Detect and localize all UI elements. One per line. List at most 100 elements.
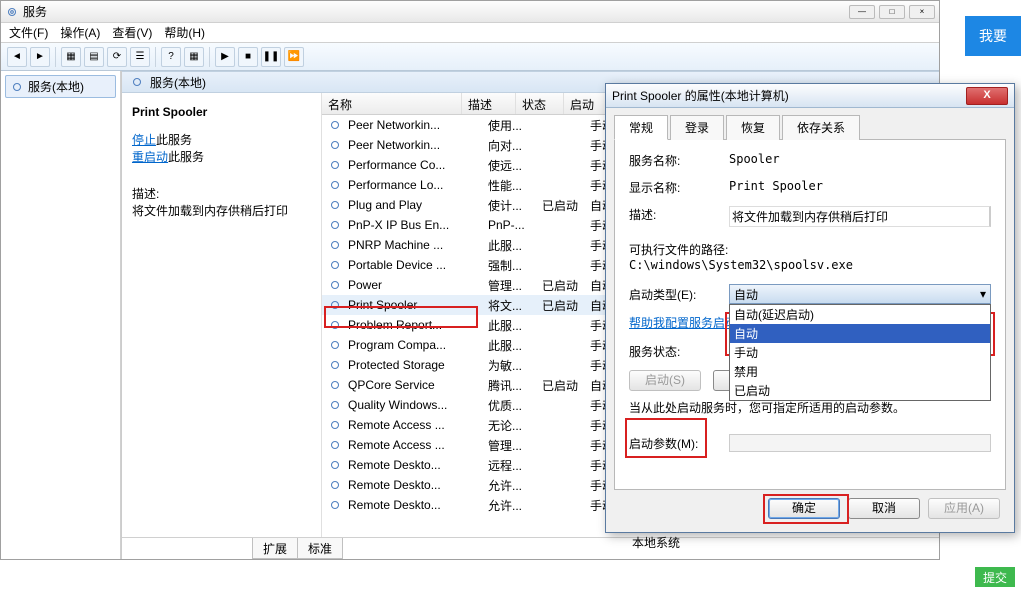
dialog-title: Print Spooler 的属性(本地计算机) <box>612 87 966 104</box>
cell-status: 已启动 <box>536 297 584 314</box>
cell-desc: 腾讯... <box>482 377 536 394</box>
cell-desc: 此服... <box>482 317 536 334</box>
close-button[interactable]: × <box>909 5 935 19</box>
restart-service-button[interactable]: ⏩ <box>284 47 304 67</box>
content-title: 服务(本地) <box>150 74 206 91</box>
cell-desc: 管理... <box>482 277 536 294</box>
desc-value[interactable]: 将文件加载到内存供稍后打印 <box>729 206 991 227</box>
dialog-close-button[interactable]: X <box>966 87 1008 105</box>
restart-link[interactable]: 重启动 <box>132 148 168 165</box>
tab-logon[interactable]: 登录 <box>670 115 724 140</box>
exe-label: 可执行文件的路径: <box>629 241 991 258</box>
properties-dialog: Print Spooler 的属性(本地计算机) X 常规 登录 恢复 依存关系… <box>605 83 1015 533</box>
cell-name: Remote Deskto... <box>342 498 482 512</box>
dd-auto[interactable]: 自动 <box>730 324 990 343</box>
maximize-button[interactable]: □ <box>879 5 905 19</box>
gear-icon <box>328 358 342 372</box>
startup-value: 自动 <box>734 286 758 303</box>
desc-label: 描述: <box>629 206 729 223</box>
nav-pane: 服务(本地) <box>1 71 121 559</box>
cell-desc: 将文... <box>482 297 536 314</box>
cell-name: Peer Networkin... <box>342 118 482 132</box>
nav-services-local[interactable]: 服务(本地) <box>5 75 116 98</box>
dd-disabled[interactable]: 禁用 <box>730 362 990 381</box>
pause-service-button[interactable]: ❚❚ <box>261 47 281 67</box>
nav-label: 服务(本地) <box>28 78 84 95</box>
cell-name: Quality Windows... <box>342 398 482 412</box>
gear-icon <box>328 498 342 512</box>
cell-desc: 强制... <box>482 257 536 274</box>
cell-name: QPCore Service <box>342 378 482 392</box>
tab-general[interactable]: 常规 <box>614 115 668 140</box>
cell-desc: 性能... <box>482 177 536 194</box>
right-panel[interactable]: 我要 <box>965 16 1021 56</box>
submit-button[interactable]: 提交 <box>975 567 1015 587</box>
export-button[interactable]: ☰ <box>130 47 150 67</box>
menu-file[interactable]: 文件(F) <box>9 24 48 41</box>
back-button[interactable]: ◄ <box>7 47 27 67</box>
gear-icon <box>328 418 342 432</box>
minimize-button[interactable]: — <box>849 5 875 19</box>
details-pane: Print Spooler 停止此服务 重启动此服务 描述: 将文件加载到内存供… <box>122 93 322 537</box>
gear-icon <box>328 118 342 132</box>
help-button[interactable]: ? <box>161 47 181 67</box>
local-system-label: 本地系统 <box>632 534 680 551</box>
cell-name: Problem Report... <box>342 318 482 332</box>
tab-dependencies[interactable]: 依存关系 <box>782 115 860 140</box>
param-label: 启动参数(M): <box>629 435 729 452</box>
svc-name-label: 服务名称: <box>629 152 729 169</box>
cell-name: Protected Storage <box>342 358 482 372</box>
cell-name: Performance Lo... <box>342 178 482 192</box>
general-page: 服务名称: Spooler 显示名称: Print Spooler 描述: 将文… <box>614 140 1006 490</box>
cell-desc: 远程... <box>482 457 536 474</box>
cell-status: 已启动 <box>536 377 584 394</box>
start-button: 启动(S) <box>629 370 701 391</box>
col-status[interactable]: 状态 <box>516 93 564 114</box>
menu-view[interactable]: 查看(V) <box>112 24 152 41</box>
gear-icon <box>328 278 342 292</box>
cell-desc: 允许... <box>482 497 536 514</box>
cell-desc: 允许... <box>482 477 536 494</box>
desc-text: 将文件加载到内存供稍后打印 <box>132 202 311 219</box>
ok-button[interactable]: 确定 <box>768 498 840 519</box>
properties-button[interactable]: ▤ <box>84 47 104 67</box>
tab-standard[interactable]: 标准 <box>297 538 343 559</box>
cell-status: 已启动 <box>536 197 584 214</box>
gear-icon <box>328 398 342 412</box>
cell-name: PNRP Machine ... <box>342 238 482 252</box>
chevron-down-icon: ▾ <box>980 287 986 301</box>
refresh-button[interactable]: ⟳ <box>107 47 127 67</box>
startup-type-select[interactable]: 自动 ▾ <box>729 284 991 304</box>
exe-value: C:\windows\System32\spoolsv.exe <box>629 258 991 272</box>
start-service-button[interactable]: ▶ <box>215 47 235 67</box>
desc-label: 描述: <box>132 185 311 202</box>
cancel-button[interactable]: 取消 <box>848 498 920 519</box>
stop-link[interactable]: 停止 <box>132 131 156 148</box>
status-label: 服务状态: <box>629 343 729 360</box>
cell-desc: 使计... <box>482 197 536 214</box>
cell-desc: 使远... <box>482 157 536 174</box>
fwd-button[interactable]: ► <box>30 47 50 67</box>
gear-icon <box>328 198 342 212</box>
tab-recovery[interactable]: 恢复 <box>726 115 780 140</box>
gear-icon <box>328 218 342 232</box>
col-name[interactable]: 名称 <box>322 93 462 114</box>
toggle-tree-button[interactable]: ▦ <box>61 47 81 67</box>
cell-name: Program Compa... <box>342 338 482 352</box>
tab-extended[interactable]: 扩展 <box>252 538 298 559</box>
gear-icon <box>328 238 342 252</box>
col-startup[interactable]: 启动 <box>564 93 608 114</box>
stop-service-button[interactable]: ■ <box>238 47 258 67</box>
dialog-titlebar: Print Spooler 的属性(本地计算机) X <box>606 84 1014 108</box>
disp-name-label: 显示名称: <box>629 179 729 196</box>
dd-extra[interactable]: 已启动 <box>730 381 990 400</box>
cell-name: Peer Networkin... <box>342 138 482 152</box>
menu-help[interactable]: 帮助(H) <box>164 24 205 41</box>
dd-auto-delay[interactable]: 自动(延迟启动) <box>730 305 990 324</box>
disp-name-value: Print Spooler <box>729 179 991 193</box>
list-button[interactable]: ▦ <box>184 47 204 67</box>
menu-action[interactable]: 操作(A) <box>60 24 100 41</box>
cell-desc: 此服... <box>482 237 536 254</box>
col-desc[interactable]: 描述 <box>462 93 516 114</box>
dd-manual[interactable]: 手动 <box>730 343 990 362</box>
